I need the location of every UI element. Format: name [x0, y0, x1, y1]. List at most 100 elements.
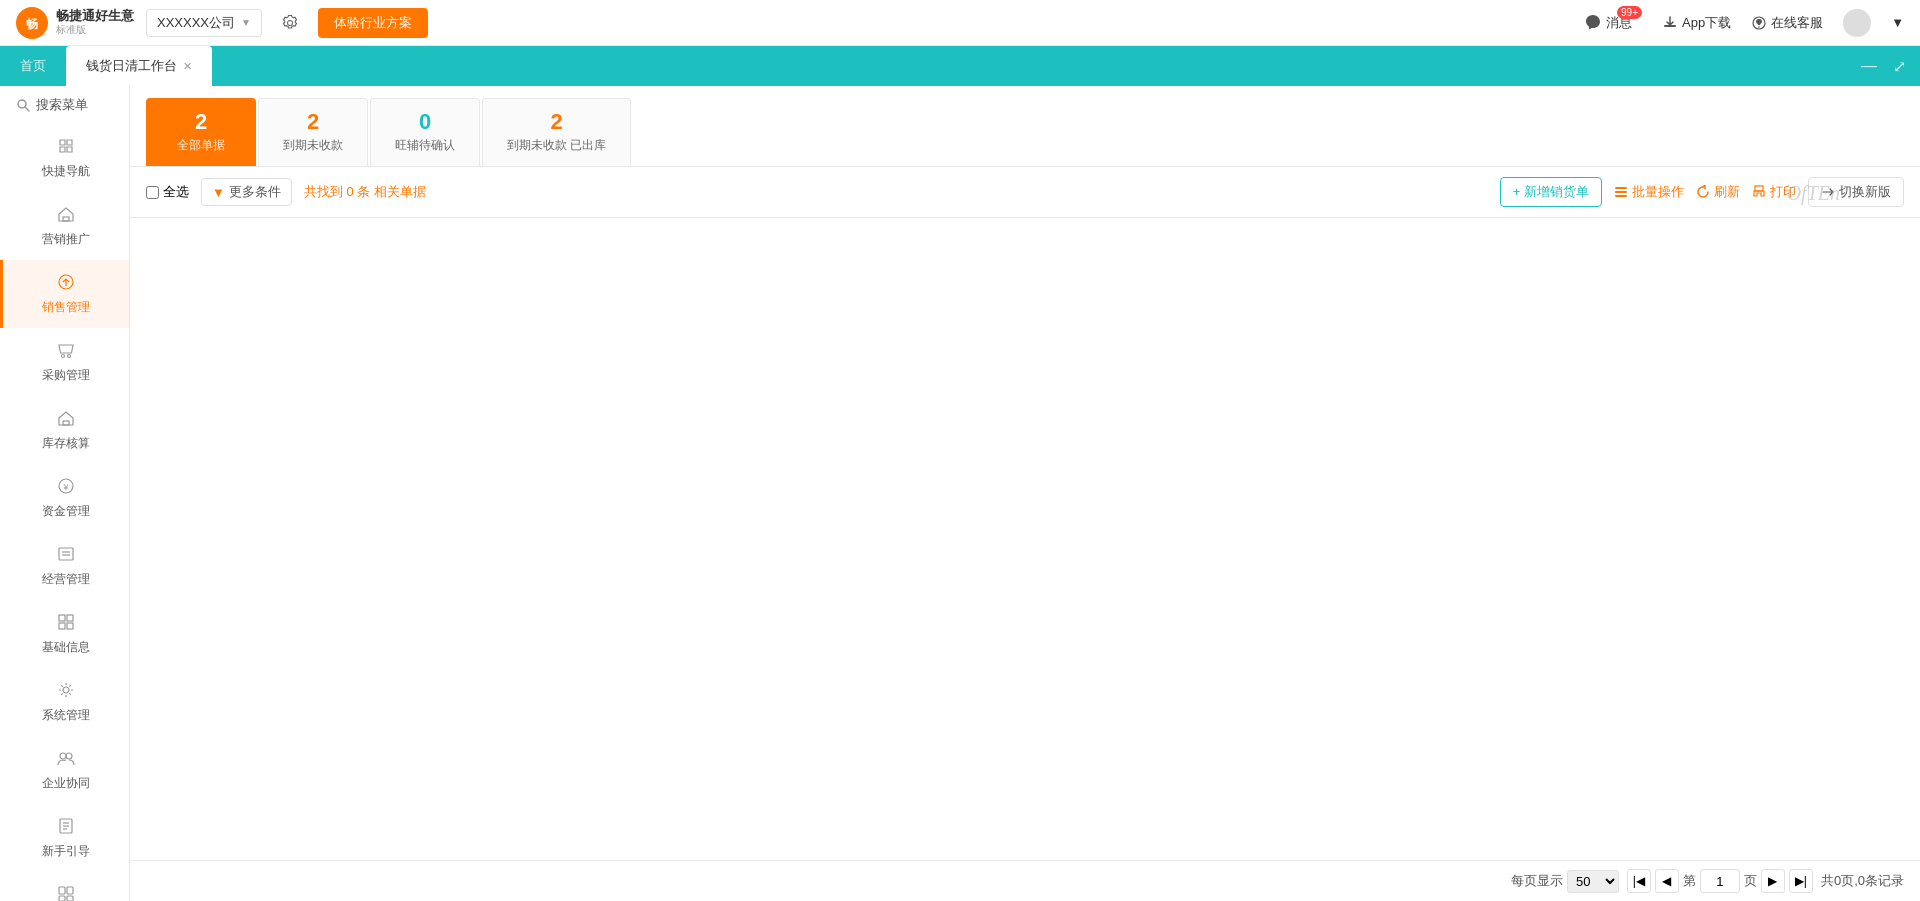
marketing-label: 营销推广 — [42, 231, 90, 248]
marketing-icon — [56, 204, 76, 227]
svg-rect-7 — [63, 217, 69, 221]
stat-num-wangfu: 0 — [395, 109, 455, 135]
sidebar-item-quick-nav[interactable]: 快捷导航 — [0, 124, 129, 192]
app-title: 畅捷通好生意 — [56, 8, 134, 24]
refresh-label: 刷新 — [1714, 183, 1740, 201]
sidebar-item-finance[interactable]: ¥ 资金管理 — [0, 464, 129, 532]
svg-point-22 — [63, 687, 69, 693]
filter-icon: ▼ — [212, 185, 225, 200]
svg-rect-12 — [63, 421, 69, 425]
tab-bar: 首页 钱货日清工作台 ✕ — ⤢ — [0, 46, 1920, 86]
stat-num-all: 2 — [171, 109, 231, 135]
content-area: 2 全部单据 2 到期未收款 0 旺辅待确认 2 到期未收款 已出库 全选 — [130, 86, 1920, 901]
add-btn-label: + 新增销货单 — [1513, 183, 1589, 201]
chevron-down-icon: ▼ — [241, 17, 251, 28]
username-area[interactable]: ▼ — [1891, 15, 1904, 30]
svg-rect-34 — [1615, 187, 1627, 189]
sidebar-item-enterprise[interactable]: 企业协同 — [0, 736, 129, 804]
sidebar-item-purchase[interactable]: 采购管理 — [0, 328, 129, 396]
app-download-button[interactable]: App下载 — [1662, 14, 1731, 32]
tab-home-label: 首页 — [20, 57, 46, 75]
stat-num-overdue: 2 — [283, 109, 343, 135]
count-prefix: 共找到 — [304, 184, 343, 199]
filter-label: 更多条件 — [229, 183, 281, 201]
prev-page-button[interactable]: ◀ — [1655, 869, 1679, 893]
select-all-checkbox[interactable]: 全选 — [146, 183, 189, 201]
svg-text:¥: ¥ — [62, 482, 69, 492]
online-service-button[interactable]: 在线客服 — [1751, 14, 1823, 32]
maximize-icon[interactable]: ⤢ — [1887, 53, 1912, 80]
sidebar: 搜索菜单 快捷导航 营销推广 销售管理 采购管理 — [0, 86, 130, 901]
minimize-icon[interactable]: — — [1855, 53, 1883, 79]
sidebar-item-inventory[interactable]: 库存核算 — [0, 396, 129, 464]
refresh-button[interactable]: 刷新 — [1696, 183, 1740, 201]
online-service-label: 在线客服 — [1771, 14, 1823, 32]
sidebar-item-guide[interactable]: 新手引导 — [0, 804, 129, 872]
search-menu-item[interactable]: 搜索菜单 — [0, 86, 129, 124]
count-info: 共找到 0 条 相关单据 — [304, 183, 426, 201]
svg-rect-21 — [67, 623, 73, 629]
purchase-label: 采购管理 — [42, 367, 90, 384]
last-page-button[interactable]: ▶| — [1789, 869, 1813, 893]
search-menu-label: 搜索菜单 — [36, 96, 88, 114]
toolbar-left: 全选 ▼ 更多条件 共找到 0 条 相关单据 — [146, 178, 1488, 206]
sidebar-item-operations[interactable]: 经营管理 — [0, 532, 129, 600]
basic-info-icon — [56, 612, 76, 635]
per-page-select[interactable]: 50 100 200 — [1567, 870, 1619, 893]
next-page-button[interactable]: ▶ — [1761, 869, 1785, 893]
operations-label: 经营管理 — [42, 571, 90, 588]
purchase-icon — [56, 340, 76, 363]
stat-tab-shipped[interactable]: 2 到期未收款 已出库 — [482, 98, 631, 166]
batch-btn-label: 批量操作 — [1632, 183, 1684, 201]
enterprise-label: 企业协同 — [42, 775, 90, 792]
svg-line-6 — [25, 107, 29, 111]
stats-tabs: 2 全部单据 2 到期未收款 0 旺辅待确认 2 到期未收款 已出库 — [130, 86, 1920, 167]
toolbar-right: + 新增销货单 批量操作 刷新 打印 切换新版 — [1500, 177, 1904, 207]
sidebar-item-basic-info[interactable]: 基础信息 — [0, 600, 129, 668]
page-number-input[interactable] — [1700, 869, 1740, 893]
close-tab-icon[interactable]: ✕ — [183, 60, 192, 73]
page-size-selector[interactable]: 每页显示 50 100 200 — [1511, 870, 1619, 893]
switch-btn-label: 切换新版 — [1839, 183, 1891, 201]
stat-tab-all[interactable]: 2 全部单据 — [146, 98, 256, 166]
batch-operation-button[interactable]: 批量操作 — [1614, 183, 1684, 201]
sidebar-item-system[interactable]: 系统管理 — [0, 668, 129, 736]
checkbox-input[interactable] — [146, 186, 159, 199]
svg-text:畅: 畅 — [26, 17, 38, 31]
settings-button[interactable] — [274, 7, 306, 39]
related-label: 相关单据 — [374, 184, 426, 199]
app-download-label: App下载 — [1682, 14, 1731, 32]
tab-workbench-label: 钱货日清工作台 — [86, 57, 177, 75]
inventory-icon — [56, 408, 76, 431]
svg-rect-15 — [59, 548, 73, 560]
tab-workbench[interactable]: 钱货日清工作台 ✕ — [66, 46, 212, 86]
stat-tab-wangfu[interactable]: 0 旺辅待确认 — [370, 98, 480, 166]
first-page-button[interactable]: |◀ — [1627, 869, 1651, 893]
filter-button[interactable]: ▼ 更多条件 — [201, 178, 292, 206]
quick-nav-icon — [56, 136, 76, 159]
select-all-label: 全选 — [163, 183, 189, 201]
stat-tab-overdue[interactable]: 2 到期未收款 — [258, 98, 368, 166]
sidebar-item-sales[interactable]: 销售管理 — [0, 260, 129, 328]
message-button[interactable]: 消息 99+ — [1584, 14, 1632, 32]
stat-num-shipped: 2 — [507, 109, 606, 135]
message-badge: 99+ — [1617, 6, 1642, 19]
count-num: 0 — [347, 184, 354, 199]
page-label: 第 — [1683, 872, 1696, 890]
company-selector[interactable]: XXXXXX公司 ▼ — [146, 9, 262, 37]
svg-rect-31 — [59, 896, 65, 901]
add-sales-order-button[interactable]: + 新增销货单 — [1500, 177, 1602, 207]
stat-label-wangfu: 旺辅待确认 — [395, 137, 455, 154]
finance-icon: ¥ — [56, 476, 76, 499]
svg-rect-19 — [67, 615, 73, 621]
guide-icon — [56, 816, 76, 839]
table-area — [130, 218, 1920, 860]
finance-label: 资金管理 — [42, 503, 90, 520]
sidebar-item-app-center[interactable]: 应用中心 — [0, 872, 129, 901]
sidebar-item-marketing[interactable]: 营销推广 — [0, 192, 129, 260]
svg-rect-32 — [67, 896, 73, 901]
tab-home[interactable]: 首页 — [0, 46, 66, 86]
sales-icon — [56, 272, 76, 295]
trial-button[interactable]: 体验行业方案 — [318, 8, 428, 38]
app-center-icon — [56, 884, 76, 901]
